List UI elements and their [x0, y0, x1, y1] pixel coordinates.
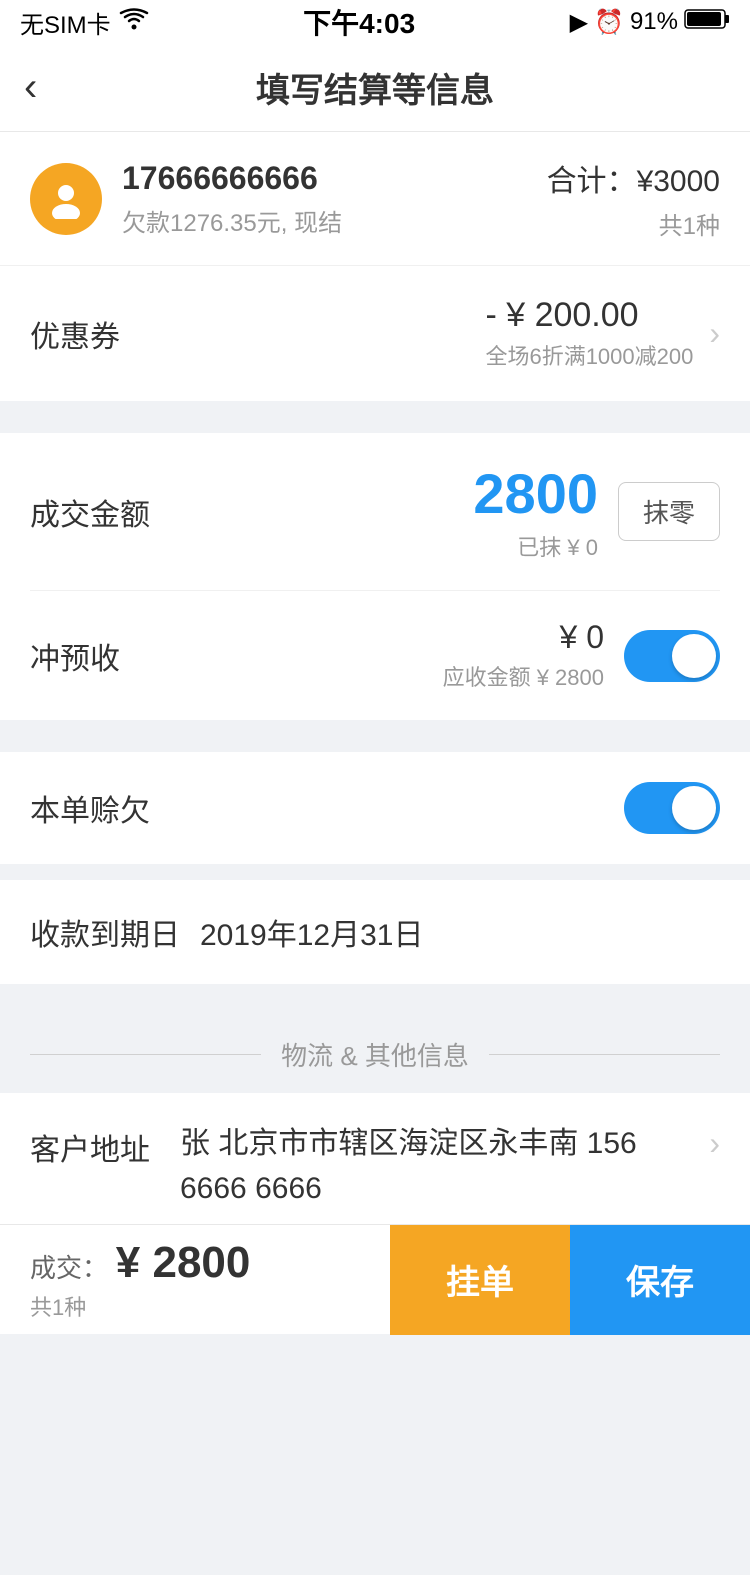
debit-section: 本单赊欠	[0, 752, 750, 864]
coupon-right: - ¥ 200.00 全场6折满1000减200 ›	[485, 296, 720, 371]
deal-amount-label: 成交金额	[30, 490, 150, 534]
prepay-info: ¥ 0 应收金额 ¥ 2800	[443, 619, 604, 692]
customer-left: 17666666666 欠款1276.35元, 现结	[30, 160, 342, 238]
customer-info: 17666666666 欠款1276.35元, 现结	[122, 160, 342, 238]
status-time: 下午4:03	[303, 2, 415, 42]
total-value: ¥3000	[637, 165, 720, 198]
deal-amount-row: 成交金额 2800 已抹 ¥ 0 抹零	[30, 433, 720, 591]
deal-amount-right: 2800 已抹 ¥ 0 抹零	[473, 461, 720, 562]
bottom-bar: 成交： ¥ 2800 共1种 挂单 保存	[0, 1224, 750, 1334]
alarm-icon: ⏰	[594, 8, 624, 37]
prepay-toggle[interactable]	[624, 630, 720, 682]
customer-row: 17666666666 欠款1276.35元, 现结 合计：¥3000 共1种	[0, 132, 750, 266]
coupon-info: - ¥ 200.00 全场6折满1000减200	[485, 296, 693, 371]
coupon-label: 优惠券	[30, 312, 120, 356]
total-amount: 合计：¥3000	[547, 156, 720, 200]
hang-button[interactable]: 挂单	[390, 1225, 570, 1335]
customer-sub: 欠款1276.35元, 现结	[122, 203, 342, 238]
coupon-row[interactable]: 优惠券 - ¥ 200.00 全场6折满1000减200 ›	[0, 266, 750, 401]
save-button[interactable]: 保存	[570, 1225, 750, 1335]
status-bar: 无SIM卡 下午4:03 ▶ ⏰ 91%	[0, 0, 750, 44]
bottom-deal-label: 成交：	[30, 1253, 108, 1283]
avatar	[30, 163, 102, 235]
nav-bar: ‹ 填写结算等信息	[0, 44, 750, 132]
coupon-desc: 全场6折满1000减200	[485, 339, 693, 371]
bottom-amount: ¥ 2800	[116, 1238, 251, 1287]
status-right: ▶ ⏰ 91%	[570, 8, 730, 37]
debit-label: 本单赊欠	[30, 786, 150, 830]
status-left: 无SIM卡	[20, 5, 149, 40]
address-value: 张 北京市市辖区海淀区永丰南 156 6666 6666	[180, 1121, 693, 1211]
wifi-icon	[119, 8, 149, 37]
prepay-row: 冲预收 ¥ 0 应收金额 ¥ 2800	[30, 591, 720, 720]
address-section[interactable]: 客户地址 张 北京市市辖区海淀区永丰南 156 6666 6666 ›	[0, 1093, 750, 1239]
location-icon: ▶	[570, 8, 588, 37]
deal-amount-sub: 已抹 ¥ 0	[473, 530, 598, 562]
divider-line-right	[489, 1054, 720, 1055]
due-date-label: 收款到期日	[30, 910, 180, 954]
battery-icon	[684, 8, 730, 37]
debit-toggle[interactable]	[624, 782, 720, 834]
coupon-discount: - ¥ 200.00	[485, 296, 693, 335]
bottom-summary: 成交： ¥ 2800 共1种	[0, 1238, 390, 1322]
gray-divider-2	[0, 736, 750, 752]
prepay-right: ¥ 0 应收金额 ¥ 2800	[443, 619, 720, 692]
coupon-chevron-icon: ›	[709, 315, 720, 352]
prepay-label: 冲预收	[30, 634, 120, 678]
deal-amount-info: 2800 已抹 ¥ 0	[473, 461, 598, 562]
prepay-amount: ¥ 0	[560, 619, 604, 656]
gray-divider-1	[0, 417, 750, 433]
logistics-divider: 物流 & 其他信息	[0, 1016, 750, 1093]
total-count: 共1种	[547, 206, 720, 241]
total-label: 合计：	[547, 165, 637, 198]
round-button[interactable]: 抹零	[618, 482, 720, 541]
amount-section: 成交金额 2800 已抹 ¥ 0 抹零 冲预收 ¥ 0 应收金额 ¥ 2800	[0, 433, 750, 720]
back-button[interactable]: ‹	[24, 65, 37, 110]
content: 17666666666 欠款1276.35元, 现结 合计：¥3000 共1种 …	[0, 132, 750, 1575]
gray-divider-3	[0, 1000, 750, 1016]
logistics-label: 物流 & 其他信息	[281, 1036, 469, 1073]
battery-level: 91%	[630, 8, 678, 36]
customer-right: 合计：¥3000 共1种	[547, 156, 720, 241]
bottom-deal-row: 成交： ¥ 2800	[30, 1238, 360, 1288]
page-title: 填写结算等信息	[256, 63, 494, 112]
divider-line-left	[30, 1054, 261, 1055]
sim-status: 无SIM卡	[20, 5, 111, 40]
deal-amount-value: 2800	[473, 461, 598, 526]
due-date-value: 2019年12月31日	[200, 910, 423, 954]
due-date-section: 收款到期日 2019年12月31日	[0, 880, 750, 984]
customer-phone: 17666666666	[122, 160, 342, 197]
prepay-sub: 应收金额 ¥ 2800	[443, 660, 604, 692]
address-label: 客户地址	[30, 1121, 150, 1169]
bottom-count: 共1种	[30, 1290, 360, 1322]
customer-section: 17666666666 欠款1276.35元, 现结 合计：¥3000 共1种 …	[0, 132, 750, 401]
address-chevron-icon: ›	[709, 1121, 720, 1162]
